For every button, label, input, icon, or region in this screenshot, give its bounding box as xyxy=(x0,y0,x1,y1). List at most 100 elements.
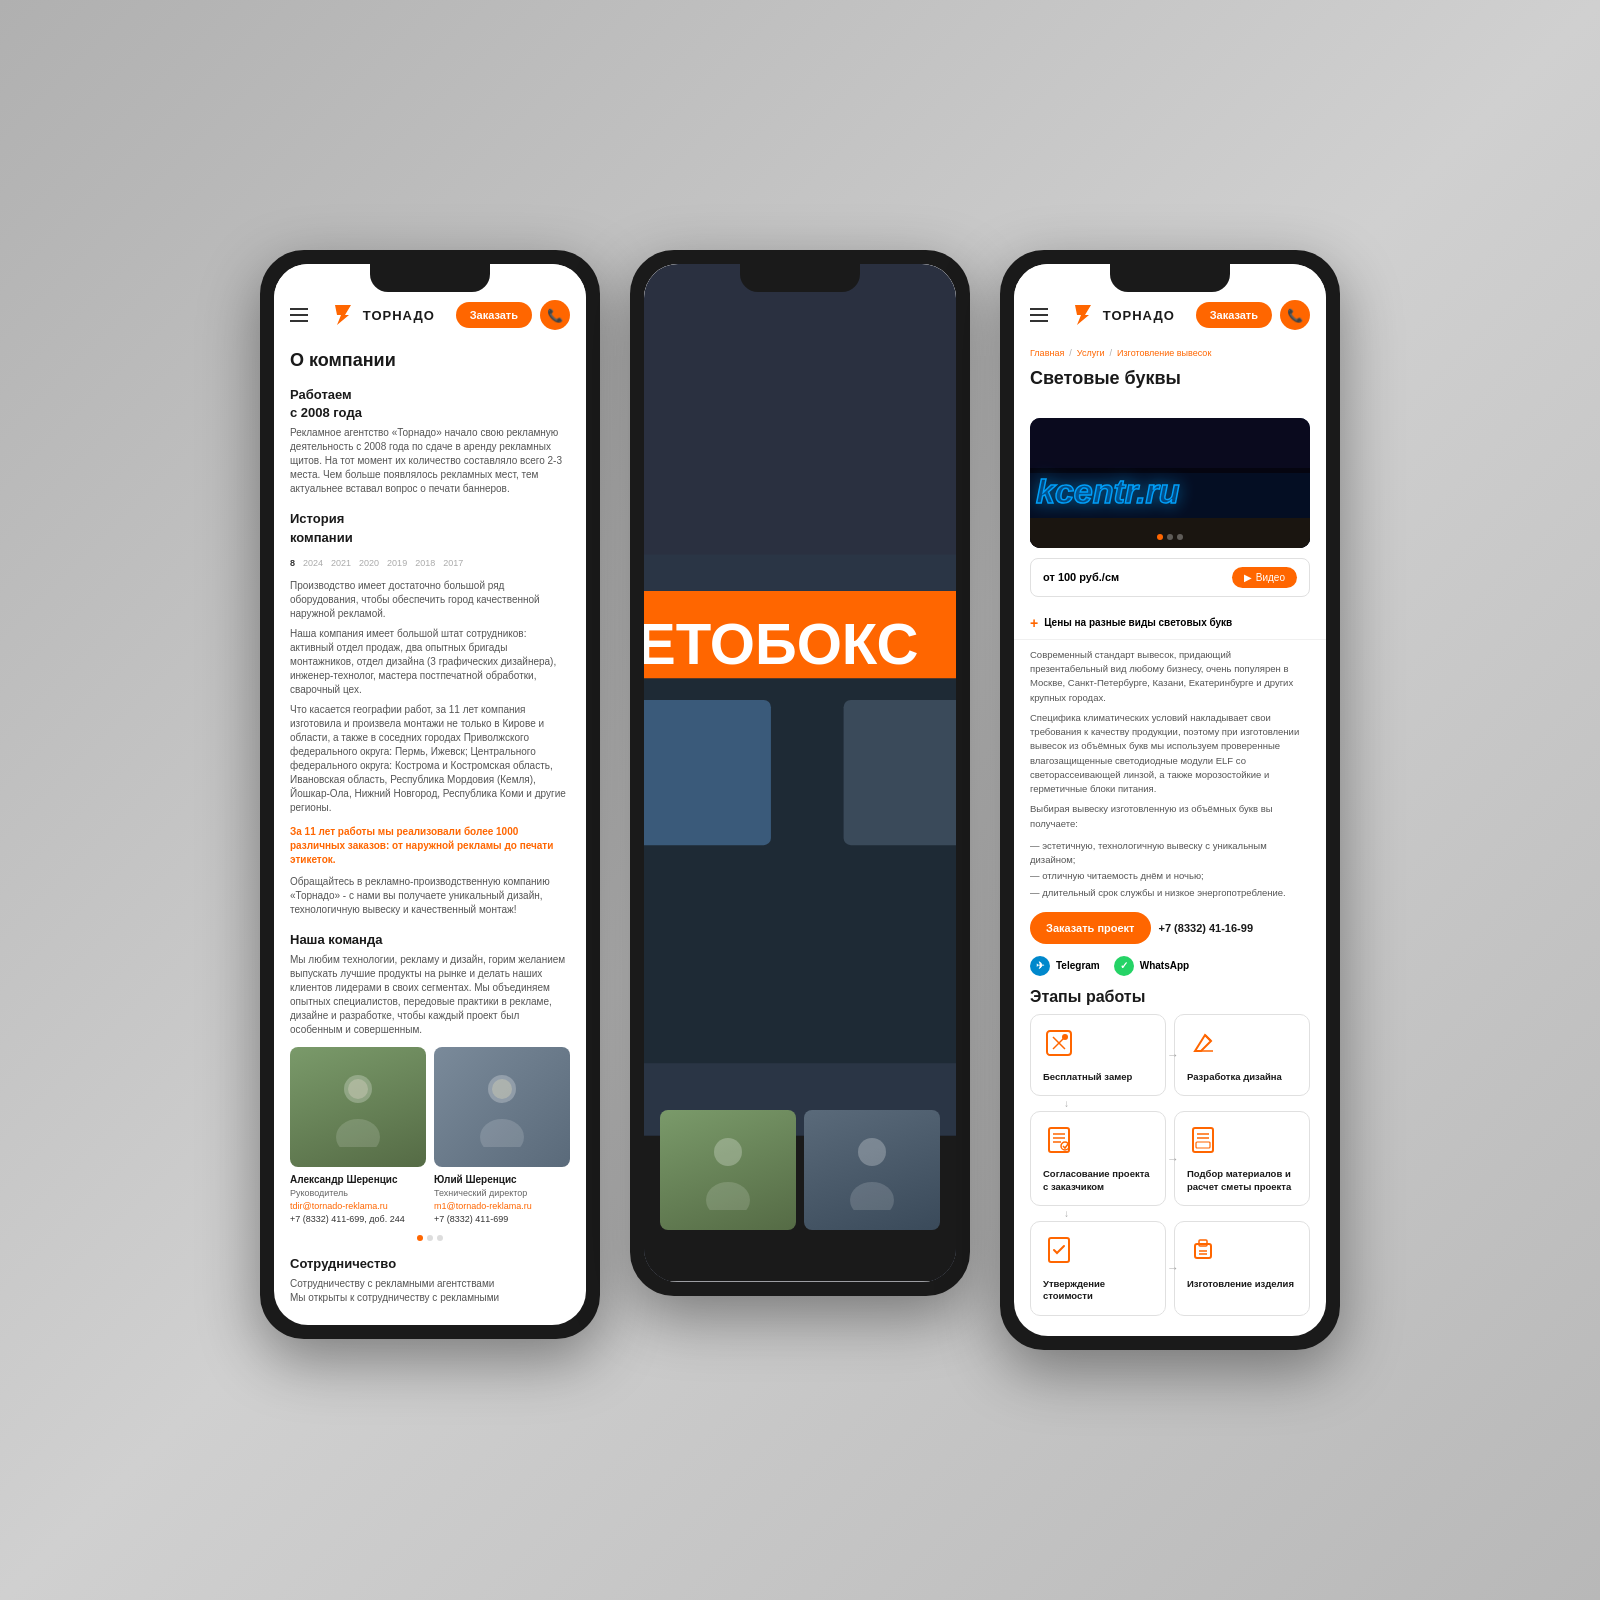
video-label: Видео xyxy=(1256,572,1285,583)
phone-2: ТОРНАДО Заказать 📞 Контакты Адрес г. Кир… xyxy=(630,250,970,1295)
telegram-icon: ✈ xyxy=(1030,956,1050,976)
svg-point-30 xyxy=(714,1138,742,1166)
team-info-1: Александр Шеренцис Руководитель tdir@tor… xyxy=(290,1173,426,1225)
member-2-phone: +7 (8332) 411-699 xyxy=(434,1213,570,1226)
hero-dots xyxy=(1157,534,1183,540)
tornado-logo-icon-3 xyxy=(1069,301,1097,329)
svg-marker-34 xyxy=(1075,305,1091,325)
team-info-2: Юлий Шеренцис Технический директор m1@to… xyxy=(434,1173,570,1225)
play-icon: ▶ xyxy=(1244,572,1252,583)
tornado-logo-icon-1 xyxy=(329,301,357,329)
team-photo-bg-1 xyxy=(290,1047,426,1167)
feature-1: эстетичную, технологичную вывеску с уник… xyxy=(1030,840,1267,865)
features-list: — эстетичную, технологичную вывеску с ун… xyxy=(1014,839,1326,900)
year-2019: 2019 xyxy=(387,557,407,570)
timeline: 8 2024 2021 2020 2019 2018 2017 xyxy=(290,557,570,570)
step-5-icon xyxy=(1043,1234,1153,1272)
telegram-contact[interactable]: ✈ Telegram xyxy=(1030,956,1100,976)
cooperation-text: Сотрудничеству с рекламными агентствами xyxy=(290,1277,570,1291)
step-6-label: Изготовление изделия xyxy=(1187,1278,1297,1290)
service-phone: +7 (8332) 41-16-99 xyxy=(1159,922,1253,934)
service-hero: kcentr.ru kcentr.ru xyxy=(1030,418,1310,548)
step-5: Утверждение стоимости → xyxy=(1030,1221,1166,1316)
video-button[interactable]: ▶ Видео xyxy=(1232,567,1297,588)
section-history-title: Историякомпании xyxy=(290,510,570,546)
phone-button-1[interactable]: 📞 xyxy=(540,300,570,330)
whatsapp-contact[interactable]: ✓ WhatsApp xyxy=(1114,956,1189,976)
dot-1-3 xyxy=(437,1235,443,1241)
page-title-1: О компании xyxy=(290,350,570,372)
phones-container: ТОРНАДО Заказать 📞 О компании Работаемс … xyxy=(260,250,1340,1349)
section-working-title: Работаемс 2008 года xyxy=(290,386,570,422)
step-1-icon xyxy=(1043,1027,1153,1065)
member-2-email: m1@tornado-reklama.ru xyxy=(434,1200,570,1213)
svg-point-3 xyxy=(348,1079,368,1099)
brand-name-3: ТОРНАДО xyxy=(1103,308,1175,323)
svg-point-33 xyxy=(850,1182,894,1210)
member-1-name: Александр Шеренцис xyxy=(290,1173,426,1187)
svg-marker-0 xyxy=(335,305,351,325)
service-desc-2: Специфика климатических условий накладыв… xyxy=(1014,711,1326,797)
feature-3: длительный срок службы и низкое энергопо… xyxy=(1042,887,1286,898)
team-photo-bg-3 xyxy=(660,1110,796,1230)
step-2-icon xyxy=(1187,1027,1297,1065)
order-button-3[interactable]: Заказать xyxy=(1196,302,1272,328)
step-6: Изготовление изделия xyxy=(1174,1221,1310,1316)
team-photo-3 xyxy=(660,1110,796,1230)
member-1-role: Руководитель xyxy=(290,1187,426,1200)
breadcrumb-services[interactable]: Услуги xyxy=(1077,348,1105,358)
dot-1-2 xyxy=(427,1235,433,1241)
brand-name-1: ТОРНАДО xyxy=(363,308,435,323)
history-text-1: Производство имеет достаточно большой ря… xyxy=(290,579,570,621)
step-3: Согласование проекта с заказчиком → xyxy=(1030,1111,1166,1206)
cooperation-sub: Мы открыты к сотрудничеству с рекламными xyxy=(290,1291,570,1305)
price-bar: от 100 руб./см ▶ Видео xyxy=(1030,558,1310,597)
phone-3-notch xyxy=(1110,264,1230,292)
step-2-label: Разработка дизайна xyxy=(1187,1071,1297,1083)
year-2017: 2017 xyxy=(443,557,463,570)
svg-point-32 xyxy=(858,1138,886,1166)
page-body-2: Контакты Адрес г. Киров, ул. Народная 28… xyxy=(644,340,956,1281)
order-button-1[interactable]: Заказать xyxy=(456,302,532,328)
svg-rect-20 xyxy=(660,839,940,979)
year-2021: 2021 xyxy=(331,557,351,570)
step-4-icon xyxy=(1187,1124,1297,1162)
order-project-button[interactable]: Заказать проект xyxy=(1030,912,1151,944)
cta-text: Обращайтесь в рекламно-производственную … xyxy=(290,875,570,917)
history-text-3: Что касается географии работ, за 11 лет … xyxy=(290,703,570,815)
feature-2: отличную читаемость днём и ночью; xyxy=(1042,870,1204,881)
page-body-3: Световые буквы xyxy=(1014,364,1326,418)
hero-dot-1[interactable] xyxy=(1157,534,1163,540)
service-desc-1: Современный стандарт вывесок, придающий … xyxy=(1014,648,1326,705)
team-photo-bg-4 xyxy=(804,1110,940,1230)
expand-row[interactable]: + Цены на разные виды световых букв xyxy=(1014,607,1326,640)
svg-point-5 xyxy=(480,1119,524,1147)
step-5-arrow: → xyxy=(1167,1261,1179,1275)
svg-rect-24 xyxy=(844,839,940,845)
member-1-phone: +7 (8332) 411-699, доб. 244 xyxy=(290,1213,426,1226)
svg-point-2 xyxy=(336,1119,380,1147)
member-1-email: tdir@tornado-reklama.ru xyxy=(290,1200,426,1213)
svg-rect-47 xyxy=(1049,1128,1069,1152)
step-1-label: Бесплатный замер xyxy=(1043,1071,1153,1083)
member-2-name: Юлий Шеренцис xyxy=(434,1173,570,1187)
hamburger-menu-1[interactable] xyxy=(290,308,308,322)
breadcrumb-home[interactable]: Главная xyxy=(1030,348,1064,358)
step-5-label: Утверждение стоимости xyxy=(1043,1278,1153,1303)
step-3-icon xyxy=(1043,1124,1153,1162)
hero-dot-3[interactable] xyxy=(1177,534,1183,540)
step-down-arrow-2: ↓ xyxy=(1014,1208,1326,1219)
step-1-arrow: → xyxy=(1167,1048,1179,1062)
phone-button-3[interactable]: 📞 xyxy=(1280,300,1310,330)
step-4-label: Подбор материалов и расчет сметы проекта xyxy=(1187,1168,1297,1193)
svg-point-31 xyxy=(706,1182,750,1210)
team-photo-1 xyxy=(290,1047,426,1167)
hero-dot-2[interactable] xyxy=(1167,534,1173,540)
expand-label: Цены на разные виды световых букв xyxy=(1044,617,1232,628)
step-3-arrow: → xyxy=(1167,1152,1179,1166)
svg-point-6 xyxy=(492,1079,512,1099)
contact-links: ✈ Telegram ✓ WhatsApp xyxy=(1014,956,1326,976)
phone-3-content: ТОРНАДО Заказать 📞 Главная / Услуги / Из… xyxy=(1014,264,1326,1335)
step-down-arrow-1: ↓ xyxy=(1014,1098,1326,1109)
hamburger-menu-3[interactable] xyxy=(1030,308,1048,322)
